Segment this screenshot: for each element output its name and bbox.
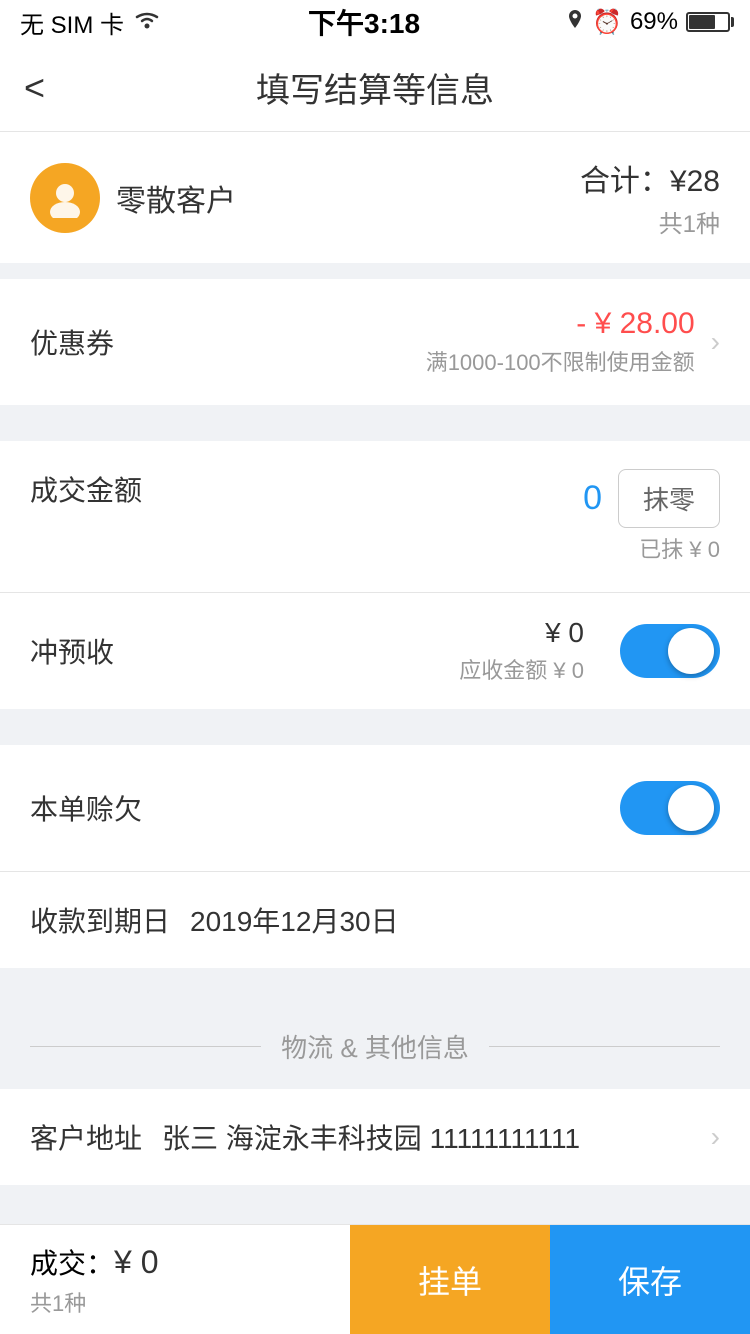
customer-avatar [30, 163, 100, 233]
main-content: 零散客户 合计：¥28 共1种 优惠券 - ¥ 28.00 满1000-100不… [0, 132, 750, 1321]
bottom-bar: 成交：¥ 0 共1种 挂单 保存 [0, 1224, 750, 1334]
section-separator-1 [0, 421, 750, 441]
due-date-row: 收款到期日 2019年12月30日 [0, 871, 750, 968]
rounded-off-label: 已抹 ¥ 0 [583, 532, 720, 564]
location-icon [566, 8, 584, 37]
pre-receive-toggle[interactable] [620, 624, 720, 678]
coupon-chevron-icon: › [711, 326, 720, 358]
customer-total: 合计：¥28 共1种 [580, 156, 720, 239]
coupon-desc: 满1000-100不限制使用金额 [426, 345, 695, 377]
address-label: 客户地址 [30, 1117, 142, 1157]
status-bar: 无 SIM 卡 下午3:18 ⏰ 69% [0, 0, 750, 44]
total-amount: 合计：¥28 [580, 156, 720, 200]
round-off-button[interactable]: 抹零 [618, 469, 720, 528]
logistics-text: 物流 & 其他信息 [261, 1028, 489, 1065]
debt-row: 本单赊欠 [0, 745, 750, 871]
pre-receive-values: ¥ 0 应收金额 ¥ 0 [459, 617, 584, 685]
bottom-deal-label: 成交： [30, 1248, 114, 1279]
coupon-label: 优惠券 [30, 322, 114, 362]
transaction-right: 0 抹零 已抹 ¥ 0 [583, 469, 720, 564]
coupon-value-container: - ¥ 28.00 满1000-100不限制使用金额 [426, 307, 695, 377]
amount-input-container: 0 抹零 [583, 469, 720, 528]
status-time: 下午3:18 [308, 2, 420, 42]
battery-icon [686, 12, 730, 32]
customer-name: 零散客户 [116, 176, 236, 220]
transaction-card: 成交金额 0 抹零 已抹 ¥ 0 冲预收 ¥ 0 应收金额 ¥ 0 [0, 441, 750, 709]
pre-receive-row: 冲预收 ¥ 0 应收金额 ¥ 0 [0, 592, 750, 709]
section-separator-3 [0, 984, 750, 1004]
coupon-right: - ¥ 28.00 满1000-100不限制使用金额 › [426, 307, 720, 377]
customer-card: 零散客户 合计：¥28 共1种 [0, 132, 750, 263]
pre-receive-label: 冲预收 [30, 631, 114, 671]
alarm-icon: ⏰ [592, 8, 622, 37]
due-date-label: 收款到期日 [30, 900, 170, 940]
total-count: 共1种 [580, 204, 720, 239]
nav-bar: < 填写结算等信息 [0, 44, 750, 132]
carrier-text: 无 SIM 卡 [20, 5, 124, 40]
logistics-section: 物流 & 其他信息 [0, 1004, 750, 1089]
battery-text: 69% [630, 8, 678, 36]
logistics-line-right [489, 1046, 720, 1047]
wifi-icon [132, 8, 162, 36]
pre-receive-toggle-knob [668, 628, 714, 674]
pre-receive-receivable: 应收金额 ¥ 0 [459, 653, 584, 685]
back-button[interactable]: < [24, 67, 45, 109]
transaction-amount-row: 成交金额 0 抹零 已抹 ¥ 0 [0, 441, 750, 592]
pre-receive-amount: ¥ 0 [459, 617, 584, 649]
debt-label: 本单赊欠 [30, 788, 142, 828]
status-right: ⏰ 69% [566, 8, 730, 37]
address-row[interactable]: 客户地址 张三 海淀永丰科技园 11111111111 › [0, 1089, 750, 1185]
customer-row: 零散客户 合计：¥28 共1种 [0, 132, 750, 263]
coupon-row[interactable]: 优惠券 - ¥ 28.00 满1000-100不限制使用金额 › [0, 279, 750, 405]
bottom-deal-amount: ¥ 0 [114, 1244, 158, 1280]
address-value: 张三 海淀永丰科技园 11111111111 [162, 1117, 711, 1157]
due-date-value[interactable]: 2019年12月30日 [190, 900, 399, 940]
status-left: 无 SIM 卡 [20, 5, 162, 40]
pre-receive-right: ¥ 0 应收金额 ¥ 0 [459, 617, 720, 685]
address-card: 客户地址 张三 海淀永丰科技园 11111111111 › [0, 1089, 750, 1185]
transaction-value[interactable]: 0 [583, 479, 602, 518]
customer-left: 零散客户 [30, 163, 236, 233]
bottom-summary: 成交：¥ 0 共1种 [0, 1242, 350, 1318]
logistics-line-left [30, 1046, 261, 1047]
address-chevron-icon: › [711, 1121, 720, 1153]
transaction-label: 成交金额 [30, 469, 142, 509]
coupon-discount: - ¥ 28.00 [426, 307, 695, 341]
debt-toggle[interactable] [620, 781, 720, 835]
coupon-card: 优惠券 - ¥ 28.00 满1000-100不限制使用金额 › [0, 279, 750, 405]
debt-card: 本单赊欠 收款到期日 2019年12月30日 [0, 745, 750, 968]
page-title: 填写结算等信息 [256, 63, 494, 112]
section-separator-2 [0, 725, 750, 745]
bottom-count: 共1种 [30, 1286, 320, 1318]
bottom-deal-row: 成交：¥ 0 [30, 1242, 320, 1282]
pending-button[interactable]: 挂单 [350, 1225, 550, 1334]
debt-toggle-knob [668, 785, 714, 831]
save-button[interactable]: 保存 [550, 1225, 750, 1334]
